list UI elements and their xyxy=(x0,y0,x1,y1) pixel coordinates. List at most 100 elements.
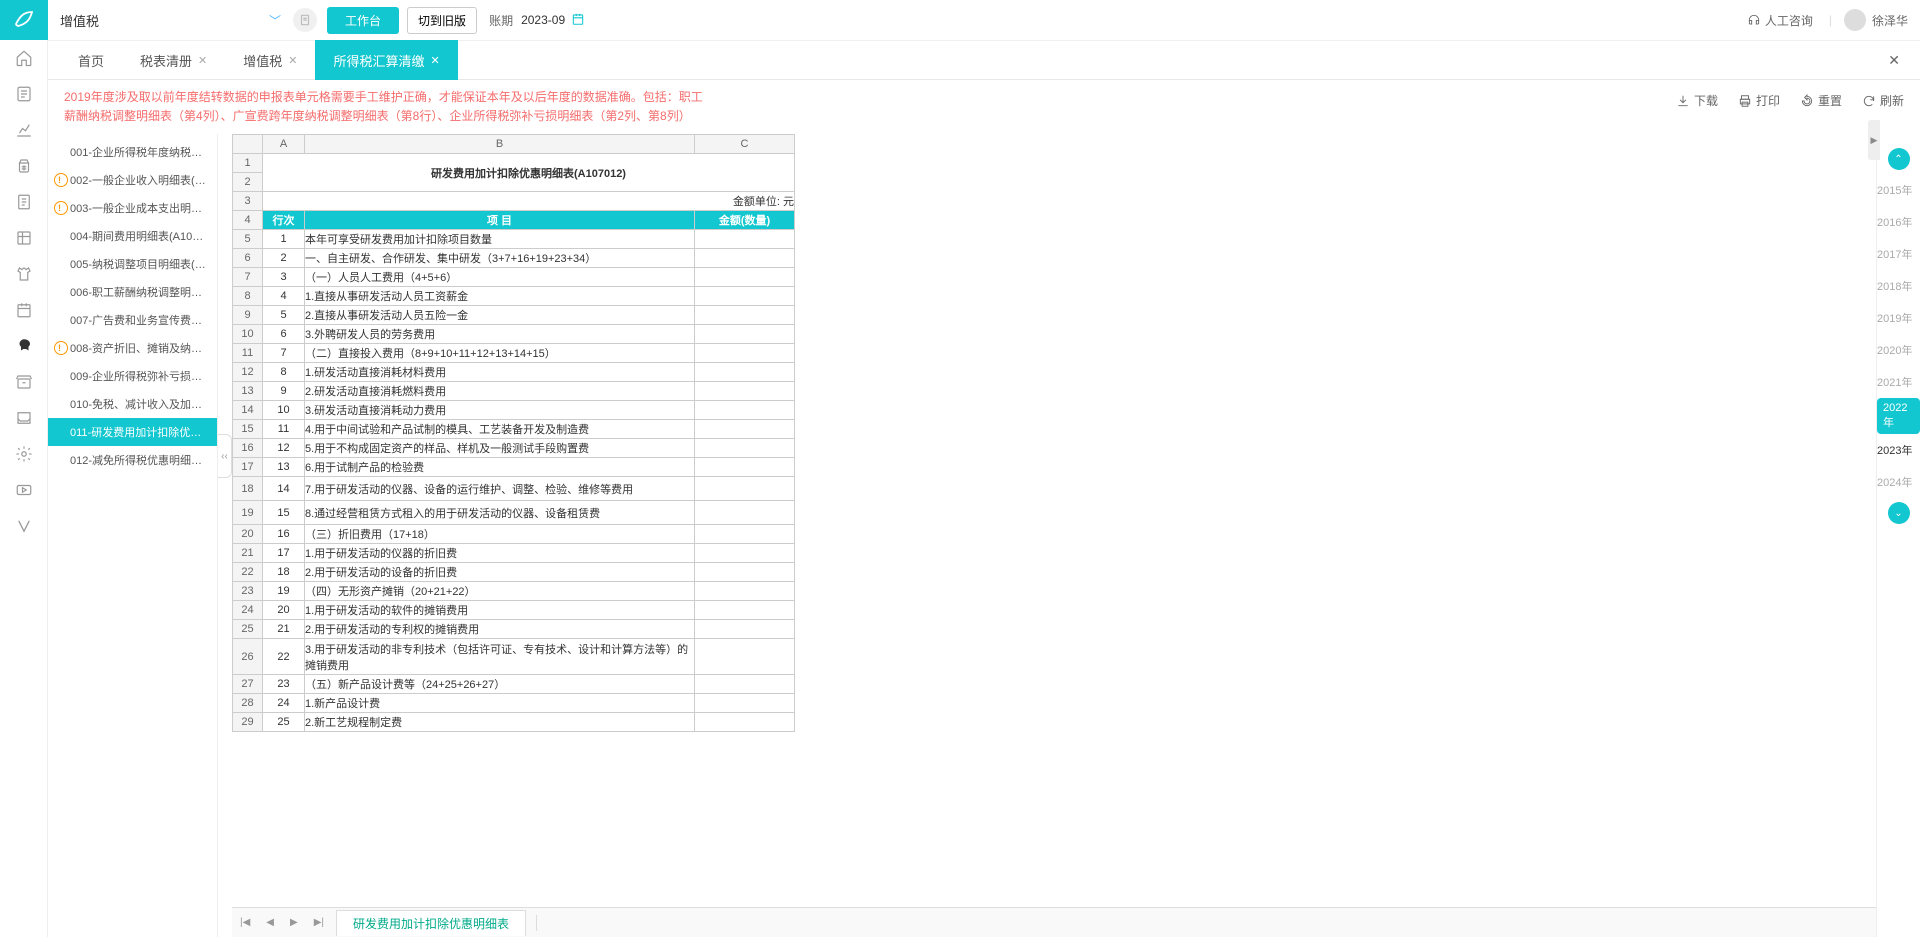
tab-0[interactable]: 首页 xyxy=(60,40,122,80)
tab-close-icon[interactable]: ✕ xyxy=(288,54,297,67)
form-item-4[interactable]: 005-纳税调整项目明细表(A1... xyxy=(48,250,217,278)
table-item[interactable]: 3.外聘研发人员的劳务费用 xyxy=(305,325,695,344)
year-2018年[interactable]: 2018年 xyxy=(1877,270,1920,302)
year-down-icon[interactable]: ⌄ xyxy=(1888,502,1910,524)
table-item[interactable]: 一、自主研发、合作研发、集中研发（3+7+16+19+23+34） xyxy=(305,249,695,268)
nav-money-icon[interactable] xyxy=(0,148,48,184)
table-rownum[interactable]: 1 xyxy=(263,230,305,249)
table-item[interactable]: （一）人员人工费用（4+5+6） xyxy=(305,268,695,287)
username[interactable]: 徐泽华 xyxy=(1872,12,1908,29)
table-item[interactable]: （四）无形资产摊销（20+21+22） xyxy=(305,582,695,601)
table-amount[interactable] xyxy=(695,420,795,439)
table-rownum[interactable]: 20 xyxy=(263,601,305,620)
table-amount[interactable] xyxy=(695,306,795,325)
table-rownum[interactable]: 13 xyxy=(263,458,305,477)
nav-tax-icon[interactable] xyxy=(0,328,48,364)
table-rownum[interactable]: 9 xyxy=(263,382,305,401)
table-rownum[interactable]: 2 xyxy=(263,249,305,268)
table-item[interactable]: （三）折旧费用（17+18） xyxy=(305,525,695,544)
table-amount[interactable] xyxy=(695,620,795,639)
year-up-icon[interactable]: ⌃ xyxy=(1888,148,1910,170)
table-rownum[interactable]: 11 xyxy=(263,420,305,439)
download-button[interactable]: 下载 xyxy=(1676,92,1718,109)
table-rownum[interactable]: 22 xyxy=(263,639,305,675)
year-2024年[interactable]: 2024年 xyxy=(1877,466,1920,498)
table-amount[interactable] xyxy=(695,477,795,501)
table-rownum[interactable]: 15 xyxy=(263,501,305,525)
table-amount[interactable] xyxy=(695,325,795,344)
tab-1[interactable]: 税表清册✕ xyxy=(122,40,225,80)
support-link[interactable]: 人工咨询 xyxy=(1747,12,1813,29)
nav-calendar-icon[interactable] xyxy=(0,292,48,328)
year-2016年[interactable]: 2016年 xyxy=(1877,206,1920,238)
table-item[interactable]: 5.用于不构成固定资产的样品、样机及一般测试手段购置费 xyxy=(305,439,695,458)
tab-close-icon[interactable]: ✕ xyxy=(198,54,207,67)
table-amount[interactable] xyxy=(695,544,795,563)
form-item-2[interactable]: 003-一般企业成本支出明细... xyxy=(48,194,217,222)
nav-video-icon[interactable] xyxy=(0,472,48,508)
table-amount[interactable] xyxy=(695,501,795,525)
table-rownum[interactable]: 21 xyxy=(263,620,305,639)
form-item-3[interactable]: 004-期间费用明细表(A1040... xyxy=(48,222,217,250)
table-item[interactable]: 本年可享受研发费用加计扣除项目数量 xyxy=(305,230,695,249)
table-rownum[interactable]: 8 xyxy=(263,363,305,382)
table-item[interactable]: （五）新产品设计费等（24+25+26+27） xyxy=(305,675,695,694)
nav-v-icon[interactable] xyxy=(0,508,48,544)
col-header[interactable] xyxy=(233,135,263,154)
workbench-button[interactable]: 工作台 xyxy=(327,7,399,34)
table-item[interactable]: 8.通过经营租赁方式租入的用于研发活动的仪器、设备租赁费 xyxy=(305,501,695,525)
table-rownum[interactable]: 25 xyxy=(263,713,305,732)
logo[interactable] xyxy=(0,0,48,40)
table-item[interactable]: 6.用于试制产品的检验费 xyxy=(305,458,695,477)
table-rownum[interactable]: 3 xyxy=(263,268,305,287)
table-item[interactable]: 2.直接从事研发活动人员五险一金 xyxy=(305,306,695,325)
table-rownum[interactable]: 5 xyxy=(263,306,305,325)
table-rownum[interactable]: 19 xyxy=(263,582,305,601)
period-value[interactable]: 2023-09 xyxy=(521,13,565,27)
col-header[interactable]: B xyxy=(305,135,695,154)
year-2021年[interactable]: 2021年 xyxy=(1877,366,1920,398)
nav-chart-icon[interactable] xyxy=(0,112,48,148)
table-rownum[interactable]: 4 xyxy=(263,287,305,306)
sheet-tab[interactable]: 研发费用加计扣除优惠明细表 xyxy=(336,910,526,936)
table-item[interactable]: 1.研发活动直接消耗材料费用 xyxy=(305,363,695,382)
sheet-nav-next-icon[interactable]: ▶ xyxy=(282,917,306,928)
avatar[interactable] xyxy=(1844,9,1866,31)
table-item[interactable]: 2.用于研发活动的专利权的摊销费用 xyxy=(305,620,695,639)
title-dropdown-icon[interactable]: ﹀ xyxy=(269,12,281,29)
table-item[interactable]: 2.新工艺规程制定费 xyxy=(305,713,695,732)
nav-archive-icon[interactable] xyxy=(0,364,48,400)
table-amount[interactable] xyxy=(695,525,795,544)
table-amount[interactable] xyxy=(695,439,795,458)
horizontal-scrollbar[interactable] xyxy=(536,915,1876,931)
nav-doc-icon[interactable] xyxy=(0,184,48,220)
close-all-tabs-icon[interactable]: ✕ xyxy=(1880,52,1908,69)
form-item-10[interactable]: 011-研发费用加计扣除优惠... xyxy=(48,418,217,446)
collapse-right-icon[interactable]: ▶ xyxy=(1868,134,1880,160)
col-header[interactable]: A xyxy=(263,135,305,154)
table-item[interactable]: 3.研发活动直接消耗动力费用 xyxy=(305,401,695,420)
table-rownum[interactable]: 6 xyxy=(263,325,305,344)
refresh-button[interactable]: 刷新 xyxy=(1862,92,1904,109)
table-amount[interactable] xyxy=(695,363,795,382)
table-item[interactable]: 1.用于研发活动的仪器的折旧费 xyxy=(305,544,695,563)
table-amount[interactable] xyxy=(695,694,795,713)
sheet-nav-first-icon[interactable]: |◀ xyxy=(232,917,258,928)
nav-home-icon[interactable] xyxy=(0,40,48,76)
calendar-icon[interactable] xyxy=(571,12,585,29)
form-item-5[interactable]: 006-职工薪酬纳税调整明细... xyxy=(48,278,217,306)
table-amount[interactable] xyxy=(695,230,795,249)
print-button[interactable]: 打印 xyxy=(1738,92,1780,109)
table-amount[interactable] xyxy=(695,344,795,363)
nav-form-icon[interactable] xyxy=(0,220,48,256)
tab-3[interactable]: 所得税汇算清缴✕ xyxy=(315,40,457,80)
year-2023年[interactable]: 2023年 xyxy=(1877,434,1920,466)
table-item[interactable]: （二）直接投入费用（8+9+10+11+12+13+14+15） xyxy=(305,344,695,363)
form-item-1[interactable]: 002-一般企业收入明细表(A... xyxy=(48,166,217,194)
tab-close-icon[interactable]: ✕ xyxy=(431,54,440,67)
table-item[interactable]: 1.直接从事研发活动人员工资薪金 xyxy=(305,287,695,306)
table-rownum[interactable]: 14 xyxy=(263,477,305,501)
table-amount[interactable] xyxy=(695,268,795,287)
switch-old-button[interactable]: 切到旧版 xyxy=(407,7,477,34)
table-rownum[interactable]: 23 xyxy=(263,675,305,694)
